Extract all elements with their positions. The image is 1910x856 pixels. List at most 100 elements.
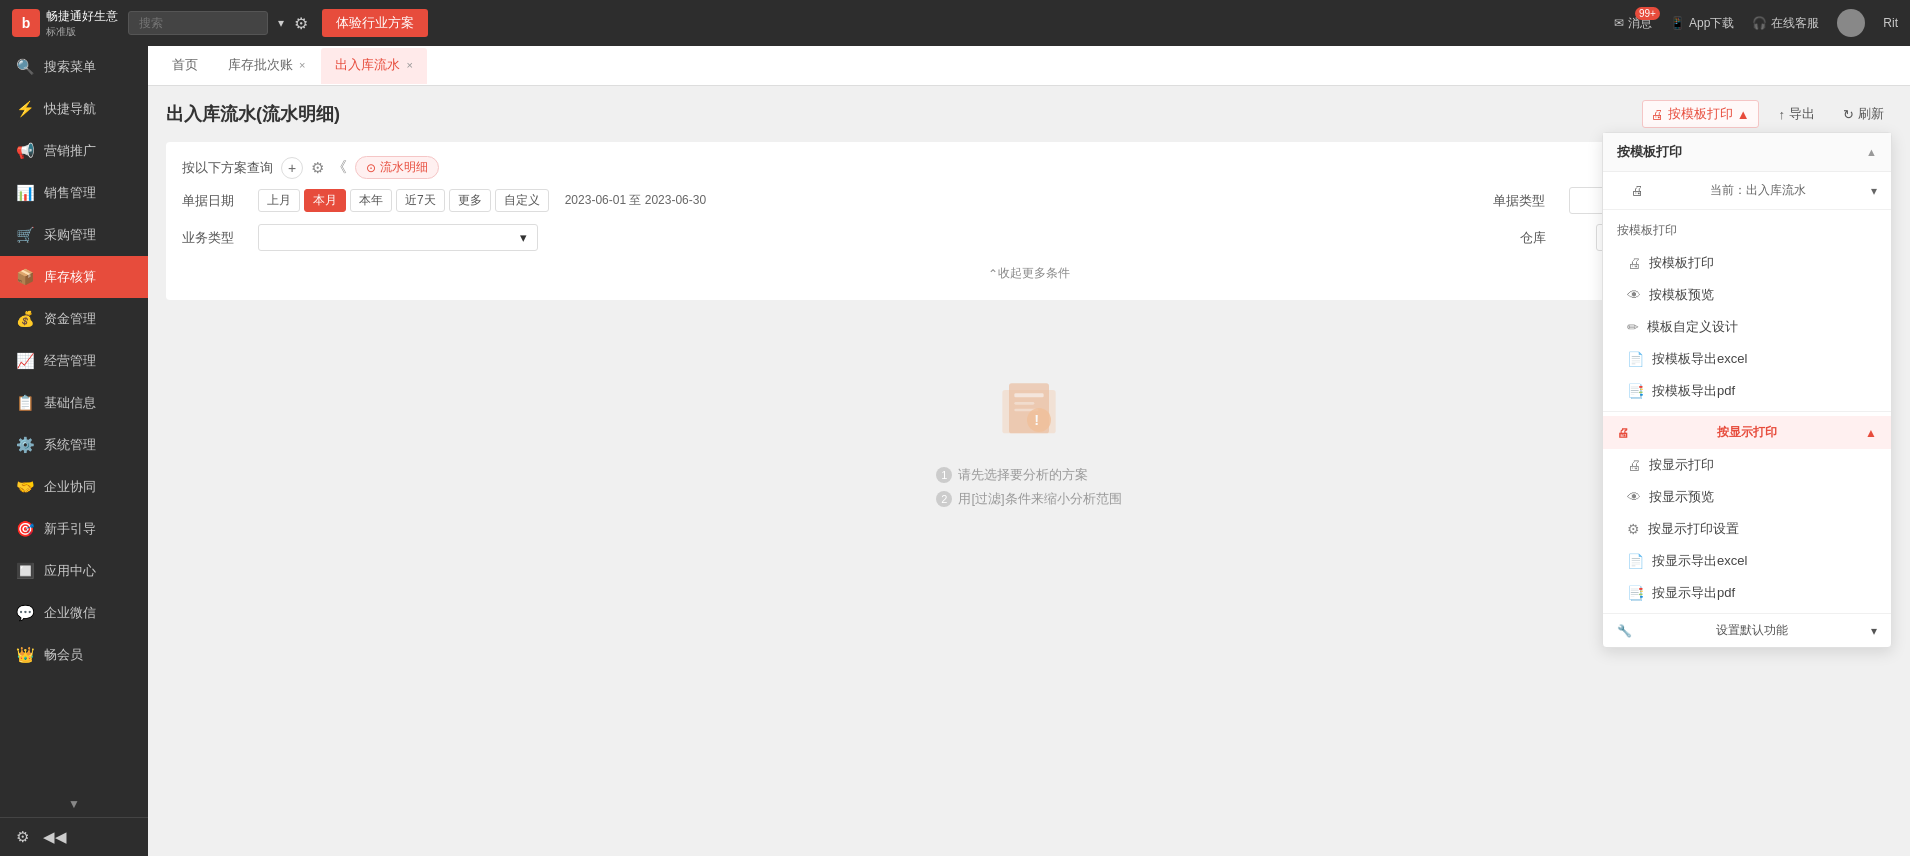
header-search-input[interactable] xyxy=(128,11,268,35)
main-layout: 🔍 搜索菜单 ⚡ 快捷导航 📢 营销推广 📊 销售管理 🛒 采购管理 📦 库存核… xyxy=(0,46,1910,856)
tab-close-inout_flow[interactable]: × xyxy=(406,59,412,71)
display-export-pdf-item[interactable]: 📑 按显示导出pdf xyxy=(1603,577,1891,609)
app-name-area: 畅捷通好生意 标准版 xyxy=(46,8,118,39)
display-print-settings-item[interactable]: ⚙ 按显示打印设置 xyxy=(1603,513,1891,545)
display-excel-icon: 📄 xyxy=(1627,553,1644,569)
app-download-item[interactable]: 📱 App下载 xyxy=(1670,15,1734,32)
app-version: 标准版 xyxy=(46,25,118,39)
chevron-up-icon: ⌃ xyxy=(988,267,998,281)
template-design-item[interactable]: ✏ 模板自定义设计 xyxy=(1603,311,1891,343)
display-print-item[interactable]: 🖨 按显示打印 xyxy=(1603,449,1891,481)
user-avatar[interactable] xyxy=(1837,9,1865,37)
dropdown-close-icon[interactable]: ▲ xyxy=(1866,146,1877,158)
online-service-item[interactable]: 🎧 在线客服 xyxy=(1752,15,1819,32)
trial-button[interactable]: 体验行业方案 xyxy=(322,9,428,37)
template-print-icon: 🖨 xyxy=(1627,255,1641,271)
template-design-icon: ✏ xyxy=(1627,319,1639,335)
collapse-label: 收起更多条件 xyxy=(998,265,1070,282)
page-title: 出入库流水(流水明细) xyxy=(166,102,340,126)
filter-tag-icon: ⊙ xyxy=(366,161,376,175)
display-preview-item[interactable]: 👁 按显示预览 xyxy=(1603,481,1891,513)
refresh-button[interactable]: ↻ 刷新 xyxy=(1835,101,1892,127)
sidebar-item-inventory[interactable]: 📦 库存核算 xyxy=(0,256,148,298)
sidebar-label-sales: 销售管理 xyxy=(44,184,96,202)
quicknav-icon: ⚡ xyxy=(16,100,34,118)
date-this-year-btn[interactable]: 本年 xyxy=(350,189,392,212)
date-last-month-btn[interactable]: 上月 xyxy=(258,189,300,212)
set-default-chevron-icon: ▾ xyxy=(1871,624,1877,638)
search-icon: 🔍 xyxy=(16,58,34,76)
display-export-pdf-label: 按显示导出pdf xyxy=(1652,584,1735,602)
settings-icon[interactable]: ⚙ xyxy=(16,828,29,846)
sidebar-item-wechat[interactable]: 💬 企业微信 xyxy=(0,592,148,634)
template-section-header[interactable]: 按模板打印 xyxy=(1603,214,1891,247)
current-chevron-icon[interactable]: ▾ xyxy=(1871,184,1877,198)
scroll-down-icon[interactable]: ▼ xyxy=(68,796,80,813)
sidebar-item-marketing[interactable]: 📢 营销推广 xyxy=(0,130,148,172)
display-preview-icon: 👁 xyxy=(1627,489,1641,505)
filter-tag: ⊙ 流水明细 xyxy=(355,156,439,179)
svg-rect-3 xyxy=(1014,402,1034,405)
date-custom-btn[interactable]: 自定义 xyxy=(495,189,549,212)
tab-batch_account[interactable]: 库存批次账× xyxy=(214,48,319,84)
display-pdf-icon: 📑 xyxy=(1627,585,1644,601)
sidebar-item-finance[interactable]: 💰 资金管理 xyxy=(0,298,148,340)
sidebar-item-member[interactable]: 👑 畅会员 xyxy=(0,634,148,676)
message-item[interactable]: ✉ 消息 99+ xyxy=(1614,15,1652,32)
date-7days-btn[interactable]: 近7天 xyxy=(396,189,445,212)
sidebar-item-purchase[interactable]: 🛒 采购管理 xyxy=(0,214,148,256)
display-section-header[interactable]: 🖨 按显示打印 ▲ xyxy=(1603,416,1891,449)
collapse-sidebar-icon[interactable]: ◀◀ xyxy=(43,828,67,846)
template-export-pdf-label: 按模板导出pdf xyxy=(1652,382,1735,400)
sidebar-item-sales[interactable]: 📊 销售管理 xyxy=(0,172,148,214)
sidebar-item-guide[interactable]: 🎯 新手引导 xyxy=(0,508,148,550)
display-export-excel-item[interactable]: 📄 按显示导出excel xyxy=(1603,545,1891,577)
template-excel-icon: 📄 xyxy=(1627,351,1644,367)
template-preview-item[interactable]: 👁 按模板预览 xyxy=(1603,279,1891,311)
template-export-excel-item[interactable]: 📄 按模板导出excel xyxy=(1603,343,1891,375)
sidebar-item-quicknav[interactable]: ⚡ 快捷导航 xyxy=(0,88,148,130)
date-more-btn[interactable]: 更多 xyxy=(449,189,491,212)
page-actions: 🖨 按模板打印 ▲ ↑ 导出 ↻ 刷新 按模 xyxy=(1642,100,1892,128)
filter-gear-icon[interactable]: ⚙ xyxy=(311,159,324,177)
empty-tips: 1 请先选择要分析的方案 2 用[过滤]条件来缩小分析范围 xyxy=(936,466,1121,514)
template-export-pdf-item[interactable]: 📑 按模板导出pdf xyxy=(1603,375,1891,407)
print-template-button[interactable]: 🖨 按模板打印 ▲ xyxy=(1642,100,1759,128)
tab-home[interactable]: 首页 xyxy=(158,48,212,84)
export-button[interactable]: ↑ 导出 xyxy=(1771,101,1824,127)
display-preview-label: 按显示预览 xyxy=(1649,488,1714,506)
refresh-label: 刷新 xyxy=(1858,105,1884,123)
sidebar-item-system[interactable]: ⚙️ 系统管理 xyxy=(0,424,148,466)
display-settings-icon: ⚙ xyxy=(1627,521,1640,537)
sidebar-bottom: ⚙ ◀◀ xyxy=(0,817,148,856)
header-dropdown-button[interactable]: ▾ xyxy=(278,16,284,30)
sidebar-item-basic[interactable]: 📋 基础信息 xyxy=(0,382,148,424)
filter-collapse-icon[interactable]: 《 xyxy=(332,158,347,177)
set-default-section[interactable]: 🔧 设置默认功能 ▾ xyxy=(1603,614,1891,647)
template-print-item[interactable]: 🖨 按模板打印 xyxy=(1603,247,1891,279)
basic-icon: 📋 xyxy=(16,394,34,412)
dropdown-title: 按模板打印 xyxy=(1617,143,1682,161)
sidebar-item-appstore[interactable]: 🔲 应用中心 xyxy=(0,550,148,592)
marketing-icon: 📢 xyxy=(16,142,34,160)
tab-close-batch_account[interactable]: × xyxy=(299,59,305,71)
add-filter-button[interactable]: + xyxy=(281,157,303,179)
sidebar-scroll: 🔍 搜索菜单 ⚡ 快捷导航 📢 营销推广 📊 销售管理 🛒 采购管理 📦 库存核… xyxy=(0,46,148,792)
biz-type-select[interactable]: ▾ xyxy=(258,224,538,251)
biz-type-chevron-icon: ▾ xyxy=(520,230,527,245)
dropdown-header: 按模板打印 ▲ xyxy=(1603,133,1891,172)
member-icon: 👑 xyxy=(16,646,34,664)
tip-num-1: 1 xyxy=(936,467,952,483)
biz-type-label: 业务类型 xyxy=(182,229,242,247)
date-this-month-btn[interactable]: 本月 xyxy=(304,189,346,212)
sidebar-item-corp[interactable]: 🤝 企业协同 xyxy=(0,466,148,508)
sidebar-item-search[interactable]: 🔍 搜索菜单 xyxy=(0,46,148,88)
svg-text:!: ! xyxy=(1034,412,1039,428)
tab-inout_flow[interactable]: 出入库流水× xyxy=(321,48,426,84)
export-icon: ↑ xyxy=(1779,107,1786,122)
display-export-excel-label: 按显示导出excel xyxy=(1652,552,1747,570)
message-badge: 99+ xyxy=(1635,7,1660,20)
header-gear-icon[interactable]: ⚙ xyxy=(294,14,308,33)
display-print-label: 按显示打印 xyxy=(1649,456,1714,474)
sidebar-item-operations[interactable]: 📈 经营管理 xyxy=(0,340,148,382)
